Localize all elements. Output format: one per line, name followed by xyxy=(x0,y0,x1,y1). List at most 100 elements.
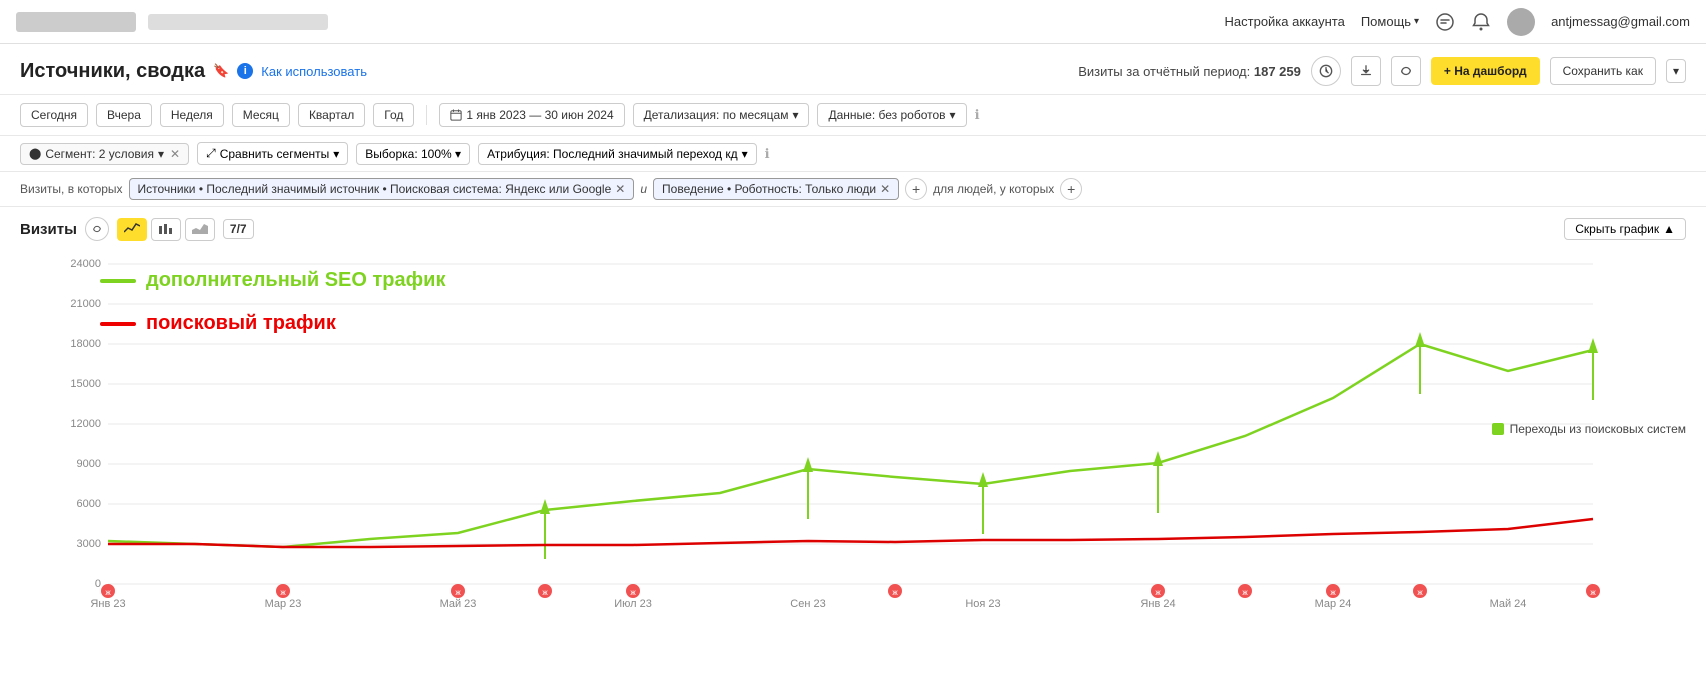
svg-text:21000: 21000 xyxy=(70,298,101,310)
chevron-detail-icon: ▾ xyxy=(792,108,798,122)
condition-label: Визиты, в которых xyxy=(20,182,123,196)
green-line xyxy=(108,344,1593,547)
segment-tag[interactable]: ⬤ Сегмент: 2 условия ▾ ✕ xyxy=(20,143,189,165)
top-nav-left xyxy=(16,12,328,32)
tag1-close-btn[interactable]: ✕ xyxy=(615,182,625,196)
filter-year[interactable]: Год xyxy=(373,103,414,127)
legend-red-line xyxy=(100,322,136,326)
page-title-area: Источники, сводка 🔖 i Как использовать xyxy=(20,60,367,83)
svg-text:Янв 24: Янв 24 xyxy=(1140,598,1175,610)
chart-controls xyxy=(117,218,215,241)
area-chart-btn[interactable] xyxy=(185,218,215,241)
chart-right-legend: Переходы из поисковых систем xyxy=(1492,422,1686,436)
page-header-right: Визиты за отчётный период: 187 259 + На … xyxy=(1078,56,1686,86)
condition-tag-2: Поведение • Роботность: Только люди ✕ xyxy=(653,178,899,200)
data-btn[interactable]: Данные: без роботов ▾ xyxy=(817,103,966,127)
svg-text:Сен 23: Сен 23 xyxy=(790,598,825,610)
legend-red-label: поисковый трафик xyxy=(146,312,336,335)
svg-text:ж: ж xyxy=(1417,588,1423,597)
compare-btn[interactable]: ⤢ Сравнить сегменты ▾ xyxy=(197,142,348,165)
add-condition-btn[interactable]: + xyxy=(905,178,927,200)
svg-text:ж: ж xyxy=(1242,588,1248,597)
refresh-chart-btn[interactable] xyxy=(85,217,109,241)
condition-op: и xyxy=(640,182,647,196)
chart-title: Визиты xyxy=(20,221,77,238)
chat-icon[interactable] xyxy=(1435,12,1455,32)
bar-chart-btn[interactable] xyxy=(151,218,181,241)
svg-text:ж: ж xyxy=(105,588,111,597)
chevron-attr-icon: ▾ xyxy=(742,147,748,161)
date-range-btn[interactable]: 1 янв 2023 — 30 июн 2024 xyxy=(439,103,624,127)
svg-text:9000: 9000 xyxy=(77,458,101,470)
page-header: Источники, сводка 🔖 i Как использовать В… xyxy=(0,44,1706,95)
clock-btn[interactable] xyxy=(1311,56,1341,86)
svg-text:Май 23: Май 23 xyxy=(440,598,477,610)
chevron-sample-icon: ▾ xyxy=(455,147,461,161)
svg-text:18000: 18000 xyxy=(70,338,101,350)
legend-sq-icon xyxy=(1492,423,1504,435)
data-info-icon: ℹ xyxy=(975,107,980,123)
settings-link[interactable]: Настройка аккаунта xyxy=(1225,14,1345,29)
chart-container: дополнительный SEO трафик поисковый траф… xyxy=(20,249,1686,609)
chevron-data-icon: ▾ xyxy=(950,108,956,122)
condition-bar: Визиты, в которых Источники • Последний … xyxy=(0,172,1706,207)
help-link[interactable]: Помощь ▾ xyxy=(1361,14,1419,29)
download-btn[interactable] xyxy=(1351,56,1381,86)
hide-chart-btn[interactable]: Скрыть график ▲ xyxy=(1564,218,1686,240)
tag2-close-btn[interactable]: ✕ xyxy=(880,182,890,196)
svg-text:ж: ж xyxy=(1590,588,1596,597)
sample-btn[interactable]: Выборка: 100% ▾ xyxy=(356,143,470,165)
top-nav-right: Настройка аккаунта Помощь ▾ antjmessag@g… xyxy=(1225,8,1690,36)
filter-month[interactable]: Месяц xyxy=(232,103,290,127)
legend-green-label: дополнительный SEO трафик xyxy=(146,269,445,292)
svg-text:ж: ж xyxy=(630,588,636,597)
legend-green-item: дополнительный SEO трафик xyxy=(100,269,445,292)
svg-text:Янв 23: Янв 23 xyxy=(90,598,125,610)
svg-text:0: 0 xyxy=(95,578,101,590)
svg-text:24000: 24000 xyxy=(70,258,101,270)
segment-close-btn[interactable]: ✕ xyxy=(170,147,180,161)
bell-icon[interactable] xyxy=(1471,12,1491,32)
save-btn[interactable]: Сохранить как xyxy=(1550,57,1656,85)
filter-week[interactable]: Неделя xyxy=(160,103,224,127)
svg-text:ж: ж xyxy=(280,588,286,597)
svg-text:Мар 23: Мар 23 xyxy=(265,598,302,610)
nav-placeholder xyxy=(148,14,328,30)
date-range-label: 1 янв 2023 — 30 июн 2024 xyxy=(466,108,613,122)
svg-text:ж: ж xyxy=(455,588,461,597)
svg-text:Ноя 23: Ноя 23 xyxy=(965,598,1000,610)
detail-btn[interactable]: Детализация: по месяцам ▾ xyxy=(633,103,810,127)
svg-text:3000: 3000 xyxy=(77,538,101,550)
line-chart-btn[interactable] xyxy=(117,218,147,241)
svg-text:15000: 15000 xyxy=(70,378,101,390)
series-count[interactable]: 7/7 xyxy=(223,219,254,239)
svg-text:ж: ж xyxy=(1155,588,1161,597)
filter-quarter[interactable]: Квартал xyxy=(298,103,365,127)
svg-text:ж: ж xyxy=(542,588,548,597)
info-link[interactable]: Как использовать xyxy=(261,64,367,79)
condition-extra: для людей, у которых xyxy=(933,182,1054,196)
add-extra-btn[interactable]: + xyxy=(1060,178,1082,200)
refresh-btn[interactable] xyxy=(1391,56,1421,86)
chart-section: Визиты 7/7 Скрыть график ▲ xyxy=(0,207,1706,619)
top-nav: Настройка аккаунта Помощь ▾ antjmessag@g… xyxy=(0,0,1706,44)
chevron-hide-icon: ▲ xyxy=(1663,222,1675,236)
segment-icon: ⬤ xyxy=(29,147,41,160)
dashboard-btn[interactable]: + На дашборд xyxy=(1431,57,1540,85)
save-dropdown-btn[interactable]: ▾ xyxy=(1666,59,1686,83)
compare-icon: ⤢ xyxy=(206,146,216,161)
filter-bar: Сегодня Вчера Неделя Месяц Квартал Год 1… xyxy=(0,95,1706,136)
bookmark-icon[interactable]: 🔖 xyxy=(213,63,229,79)
svg-text:12000: 12000 xyxy=(70,418,101,430)
filter-separator xyxy=(426,105,427,125)
filter-today[interactable]: Сегодня xyxy=(20,103,88,127)
segment-bar: ⬤ Сегмент: 2 условия ▾ ✕ ⤢ Сравнить сегм… xyxy=(0,136,1706,172)
chart-header: Визиты 7/7 Скрыть график ▲ xyxy=(20,217,1686,241)
svg-text:ж: ж xyxy=(892,588,898,597)
attr-btn[interactable]: Атрибуция: Последний значимый переход кд… xyxy=(478,143,757,165)
legend-green-line xyxy=(100,279,136,283)
filter-yesterday[interactable]: Вчера xyxy=(96,103,152,127)
svg-text:Июл 23: Июл 23 xyxy=(614,598,652,610)
svg-text:Мар 24: Мар 24 xyxy=(1315,598,1352,610)
user-email: antjmessag@gmail.com xyxy=(1551,14,1690,29)
